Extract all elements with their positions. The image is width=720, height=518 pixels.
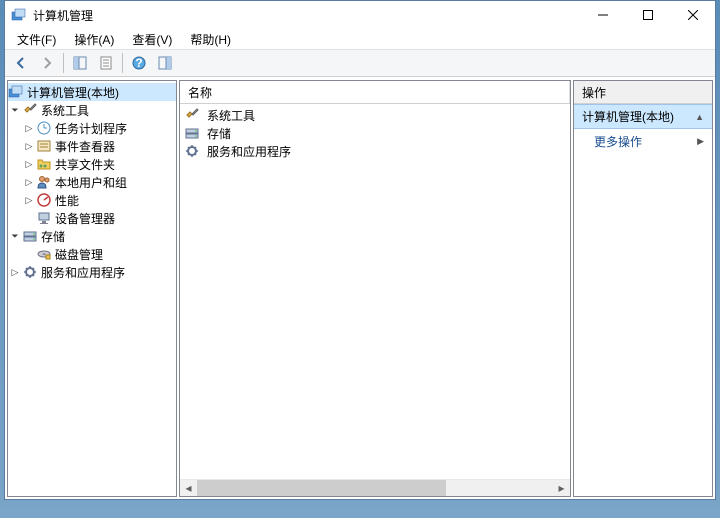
tree-item-performance[interactable]: ▷ 性能 [8, 191, 176, 209]
storage-icon [184, 125, 200, 141]
list-item-storage[interactable]: 存储 [180, 124, 570, 142]
tree-item-local-users[interactable]: ▷ 本地用户和组 [8, 173, 176, 191]
menu-action[interactable]: 操作(A) [66, 29, 122, 50]
toolbar-separator [122, 53, 123, 73]
device-manager-icon [36, 210, 52, 226]
tree-item-shared-folders[interactable]: ▷ 共享文件夹 [8, 155, 176, 173]
tree-label: 事件查看器 [55, 138, 115, 155]
tree-item-task-scheduler[interactable]: ▷ 任务计划程序 [8, 119, 176, 137]
tree-label: 磁盘管理 [55, 246, 103, 263]
list-item-label: 存储 [207, 125, 231, 142]
tree-item-device-manager[interactable]: 设备管理器 [8, 209, 176, 227]
scroll-left-button[interactable]: ◂ [180, 480, 197, 496]
minimize-button[interactable] [580, 1, 625, 29]
expand-toggle-icon[interactable]: ▷ [22, 123, 36, 134]
back-button[interactable] [9, 51, 33, 75]
menu-view[interactable]: 查看(V) [124, 29, 180, 50]
expand-toggle-icon[interactable]: ▷ [22, 141, 36, 152]
clock-icon [36, 120, 52, 136]
tree-label: 共享文件夹 [55, 156, 115, 173]
expand-toggle-icon[interactable]: ▷ [22, 159, 36, 170]
scroll-right-button[interactable]: ▸ [553, 480, 570, 496]
actions-section-label: 计算机管理(本地) [582, 108, 674, 125]
tree-item-system-tools[interactable]: ⏷ 系统工具 [8, 101, 176, 119]
horizontal-scrollbar[interactable]: ◂ ▸ [180, 479, 570, 496]
menu-help[interactable]: 帮助(H) [182, 29, 239, 50]
nav-tree: 计算机管理(本地) ⏷ 系统工具 ▷ 任务计划程序 ▷ [8, 81, 176, 283]
expand-toggle-icon[interactable]: ⏷ [8, 105, 22, 116]
content-area: 计算机管理(本地) ⏷ 系统工具 ▷ 任务计划程序 ▷ [5, 77, 715, 499]
shared-folders-icon [36, 156, 52, 172]
system-tools-icon [184, 107, 200, 123]
menu-file[interactable]: 文件(F) [9, 29, 64, 50]
actions-more[interactable]: 更多操作 ▶ [574, 129, 712, 154]
computer-mgmt-icon [8, 84, 24, 100]
actions-section-title[interactable]: 计算机管理(本地) ▲ [574, 104, 712, 129]
performance-icon [36, 192, 52, 208]
actions-panel: 操作 计算机管理(本地) ▲ 更多操作 ▶ [573, 80, 713, 497]
expand-toggle-icon[interactable]: ▷ [22, 177, 36, 188]
list-item-system-tools[interactable]: 系统工具 [180, 106, 570, 124]
list-panel: 名称 系统工具 存储 服务和应用程序 ◂ [179, 80, 571, 497]
services-icon [184, 143, 200, 159]
window-title: 计算机管理 [33, 7, 580, 24]
close-button[interactable] [670, 1, 715, 29]
tree-item-services-apps[interactable]: ▷ 服务和应用程序 [8, 263, 176, 281]
help-button[interactable]: ? [127, 51, 151, 75]
expand-toggle-icon[interactable]: ▷ [8, 267, 22, 278]
submenu-icon: ▶ [697, 136, 704, 147]
titlebar: 计算机管理 [5, 1, 715, 29]
tree-item-event-viewer[interactable]: ▷ 事件查看器 [8, 137, 176, 155]
disk-mgmt-icon [36, 246, 52, 262]
services-icon [22, 264, 38, 280]
scroll-thumb[interactable] [197, 480, 446, 496]
show-hide-tree-button[interactable] [68, 51, 92, 75]
list-item-label: 系统工具 [207, 107, 255, 124]
event-viewer-icon [36, 138, 52, 154]
app-window: 计算机管理 文件(F) 操作(A) 查看(V) 帮助(H) ? 计算机管理(本地… [4, 0, 716, 500]
tree-label: 性能 [55, 192, 79, 209]
tree-label: 服务和应用程序 [41, 264, 125, 281]
collapse-icon: ▲ [695, 112, 704, 122]
storage-icon [22, 228, 38, 244]
tree-label: 本地用户和组 [55, 174, 127, 191]
tree-label: 系统工具 [41, 102, 89, 119]
tree-label: 任务计划程序 [55, 120, 127, 137]
tree-label: 存储 [41, 228, 65, 245]
menubar: 文件(F) 操作(A) 查看(V) 帮助(H) [5, 29, 715, 49]
list-item-services[interactable]: 服务和应用程序 [180, 142, 570, 160]
window-controls [580, 1, 715, 29]
show-hide-action-button[interactable] [153, 51, 177, 75]
actions-more-label: 更多操作 [594, 133, 642, 150]
list-item-label: 服务和应用程序 [207, 143, 291, 160]
expand-toggle-icon[interactable]: ▷ [22, 195, 36, 206]
tree-label: 设备管理器 [55, 210, 115, 227]
svg-text:?: ? [135, 56, 142, 70]
toolbar: ? [5, 49, 715, 77]
system-tools-icon [22, 102, 38, 118]
actions-header: 操作 [574, 81, 712, 104]
toolbar-separator [63, 53, 64, 73]
scroll-track[interactable] [197, 480, 553, 496]
app-icon [11, 7, 27, 23]
tree-label: 计算机管理(本地) [27, 84, 119, 101]
forward-button[interactable] [35, 51, 59, 75]
tree-item-storage[interactable]: ⏷ 存储 [8, 227, 176, 245]
list-body: 系统工具 存储 服务和应用程序 [180, 104, 570, 479]
tree-item-root[interactable]: 计算机管理(本地) [8, 83, 176, 101]
expand-toggle-icon[interactable]: ⏷ [8, 231, 22, 242]
properties-button[interactable] [94, 51, 118, 75]
list-header: 名称 [180, 81, 570, 104]
column-header-name[interactable]: 名称 [180, 81, 570, 103]
maximize-button[interactable] [625, 1, 670, 29]
tree-panel: 计算机管理(本地) ⏷ 系统工具 ▷ 任务计划程序 ▷ [7, 80, 177, 497]
users-icon [36, 174, 52, 190]
tree-item-disk-mgmt[interactable]: 磁盘管理 [8, 245, 176, 263]
